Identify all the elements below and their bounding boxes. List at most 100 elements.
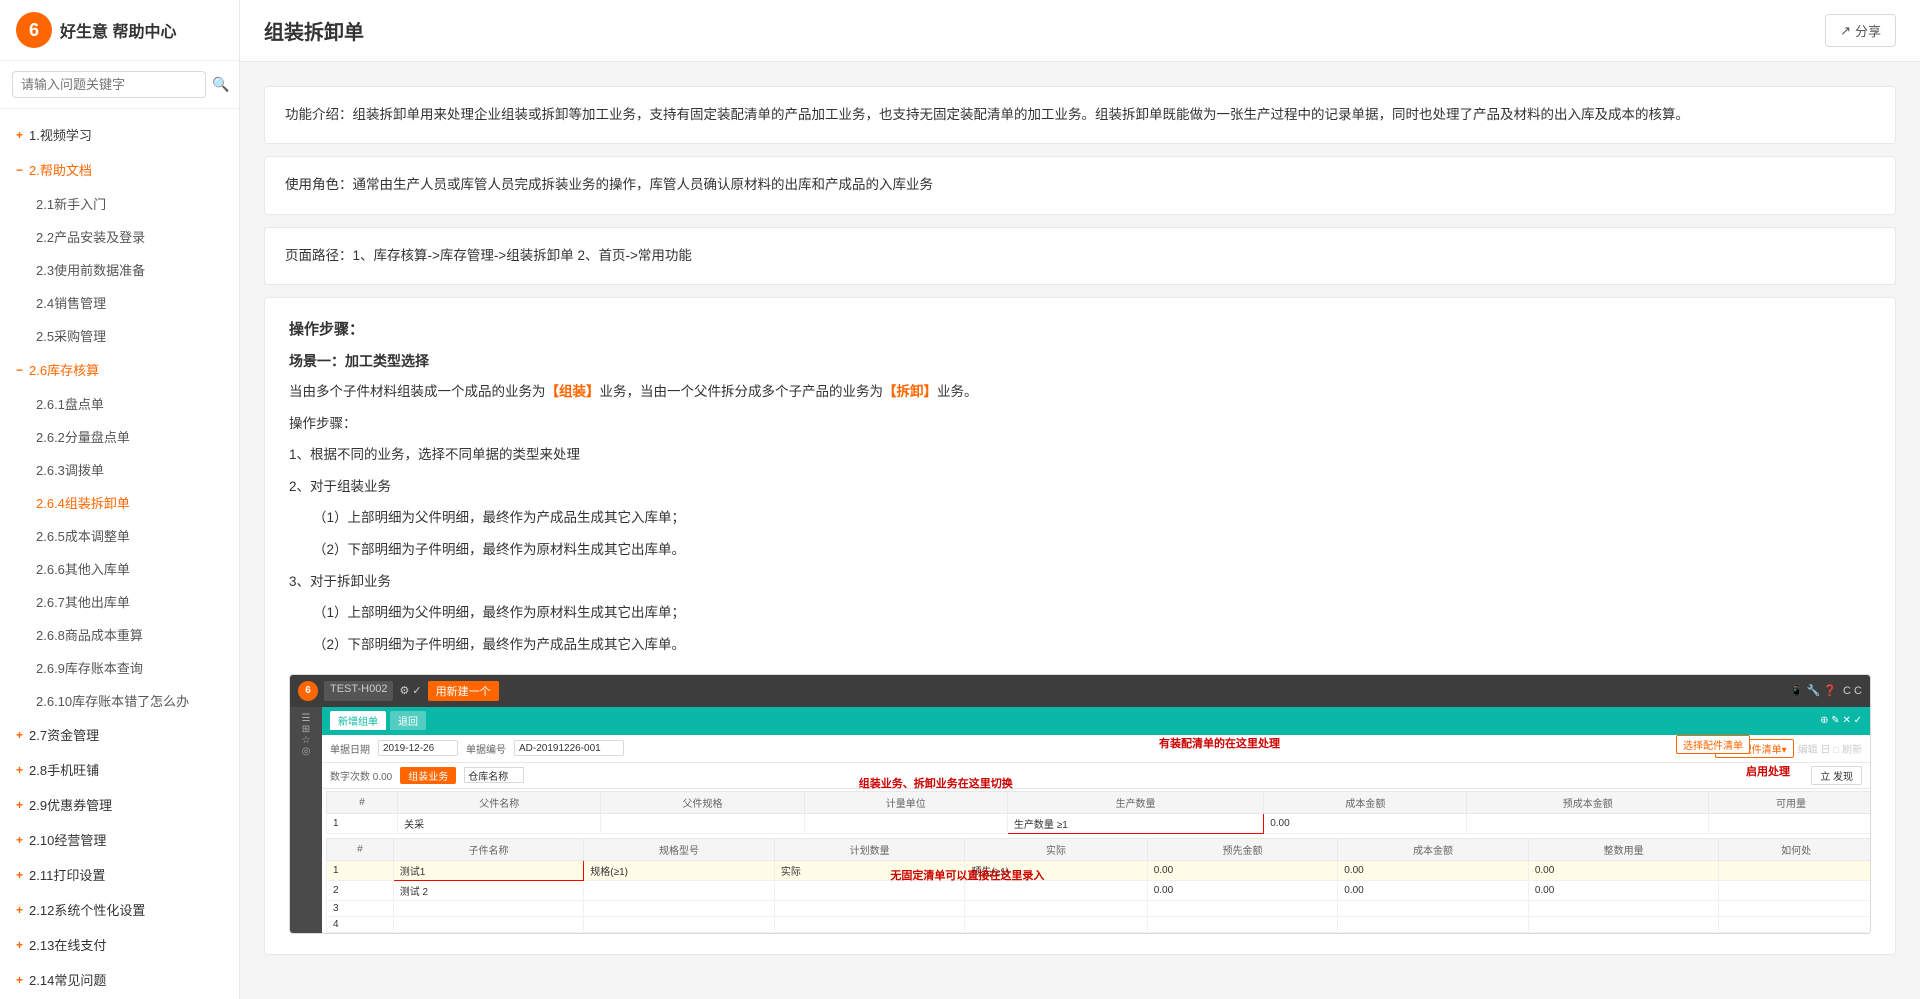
mock-date-label: 单据日期 <box>330 741 370 756</box>
sidebar-item-label: 2.11打印设置 <box>29 865 105 884</box>
mock-action-icons: 编辑 日 □ 刷新 <box>1798 741 1862 756</box>
table-row: 1 关采 生产数量 ≥1 0.00 <box>327 813 1871 833</box>
mock-bth-num: # <box>327 838 394 860</box>
share-icon: ↗ <box>1840 23 1851 39</box>
annotation-4: 无固定清单可以直接在这里录入 <box>890 867 1044 883</box>
mock-bth-name: 子件名称 <box>393 838 584 860</box>
mock-btd-cost: 0.00 <box>1338 860 1529 880</box>
mock-btd-spec <box>584 880 775 900</box>
sidebar-item-other-in[interactable]: 2.6.6其他入库单 <box>0 552 239 585</box>
table-row: 1 测试1 规格(≥1) 实际 预先(≥1) 0.00 0.00 0.00 <box>327 860 1871 880</box>
mock-settings-icons: ⚙ ✓ <box>399 684 421 697</box>
sidebar-item-label: 2.6.9库存账本查询 <box>36 658 143 677</box>
mock-th-parent: 父件名称 <box>398 791 601 813</box>
sidebar-item-payment[interactable]: + 2.13在线支付 <box>0 927 239 962</box>
table-row: 5 <box>327 932 1871 933</box>
sidebar-item-manage[interactable]: + 2.10经营管理 <box>0 822 239 857</box>
sidebar-item-error[interactable]: 2.6.10库存账本错了怎么办 <box>0 684 239 717</box>
sidebar-item-install[interactable]: 2.2产品安装及登录 <box>0 220 239 253</box>
role-section: 使用角色：通常由生产人员或库管人员完成拆装业务的操作，库管人员确认原材料的出库和… <box>264 156 1896 214</box>
sidebar-item-video[interactable]: + 1.视频学习 <box>0 117 239 152</box>
minus-icon: − <box>16 363 23 377</box>
mock-topbar-right: 📱 🔧 ❓ C C <box>1790 684 1862 697</box>
sidebar-logo: 6 好生意 帮助中心 <box>0 0 239 61</box>
sidebar-item-cost-calc[interactable]: 2.6.8商品成本重算 <box>0 618 239 651</box>
mock-td-num: 1 <box>327 813 398 833</box>
mock-main-area: 新增组单 退回 ⊕ ✎ ✕ ✓ 单据日期 2019-12-26 单据编号 AD-… <box>322 707 1870 933</box>
mock-td-qty: 生产数量 ≥1 <box>1007 813 1263 833</box>
mock-toolbar-icons: ⊕ ✎ ✕ ✓ <box>1820 715 1862 726</box>
sidebar-item-check[interactable]: 2.6.1盘点单 <box>0 387 239 420</box>
mock-btd-num: 2 <box>327 880 394 900</box>
screenshot-container: 6 TEST-H002 ⚙ ✓ 用新建一个 📱 🔧 ❓ C C ☰⊞☆◎ <box>289 674 1871 934</box>
share-button[interactable]: ↗ 分享 <box>1825 14 1896 47</box>
search-button[interactable]: 🔍 <box>212 76 229 93</box>
sidebar-item-assembly[interactable]: 2.6.4组装拆卸单 <box>0 486 239 519</box>
intro-section: 功能介绍：组装拆卸单用来处理企业组装或拆卸等加工业务，支持有固定装配清单的产品加… <box>264 86 1896 144</box>
sidebar-item-coupon[interactable]: + 2.9优惠券管理 <box>0 787 239 822</box>
highlight-disassembly: 【拆卸】 <box>883 384 937 399</box>
sidebar-item-label: 1.视频学习 <box>29 125 92 144</box>
plus-icon: + <box>16 833 23 847</box>
plus-icon: + <box>16 903 23 917</box>
sidebar-item-inventory[interactable]: − 2.6库存核算 <box>0 352 239 387</box>
sidebar-item-label: 2.6.8商品成本重算 <box>36 625 143 644</box>
sidebar-item-ledger[interactable]: 2.6.9库存账本查询 <box>0 651 239 684</box>
mock-orange-badge: 组装业务 <box>400 767 456 784</box>
mock-form-row2: 数字次数 0.00 组装业务 仓库名称 立 发现 <box>322 763 1870 789</box>
step2-1: （1）上部明细为父件明细，最终作为产成品生成其它入库单； <box>313 505 1871 531</box>
mock-bth-plan: 计划数量 <box>774 838 965 860</box>
mock-td-unit <box>804 813 1007 833</box>
sidebar-item-new[interactable]: 2.1新手入门 <box>0 187 239 220</box>
mock-btd-spec: 规格(≥1) <box>584 860 775 880</box>
main-header: 组装拆卸单 ↗ 分享 <box>240 0 1920 62</box>
sidebar-item-mobile[interactable]: + 2.8手机旺铺 <box>0 752 239 787</box>
sidebar-item-check2[interactable]: 2.6.2分量盘点单 <box>0 420 239 453</box>
plus-icon: + <box>16 973 23 987</box>
table-row: 3 <box>327 900 1871 916</box>
mock-bth-spec: 规格型号 <box>584 838 775 860</box>
sidebar-item-label: 2.1新手入门 <box>36 194 106 213</box>
sidebar-item-custom[interactable]: + 2.12系统个性化设置 <box>0 892 239 927</box>
mock-form-area: 单据日期 2019-12-26 单据编号 AD-20191226-001 选择配… <box>322 735 1870 763</box>
sidebar-item-prepare[interactable]: 2.3使用前数据准备 <box>0 253 239 286</box>
mock-th-cost: 成本金额 <box>1264 791 1467 813</box>
sidebar-item-label: 2.4销售管理 <box>36 293 106 312</box>
main-body: 功能介绍：组装拆卸单用来处理企业组装或拆卸等加工业务，支持有固定装配清单的产品加… <box>240 62 1920 999</box>
sidebar-item-label: 2.6.1盘点单 <box>36 394 104 413</box>
mock-td-spec <box>601 813 804 833</box>
mock-btd-name: 测试1 <box>393 860 584 880</box>
mock-btd-num: 1 <box>327 860 394 880</box>
mock-topbar: 6 TEST-H002 ⚙ ✓ 用新建一个 📱 🔧 ❓ C C <box>290 675 1870 707</box>
sidebar-item-label: 2.6.4组装拆卸单 <box>36 493 130 512</box>
mock-th-num: # <box>327 791 398 813</box>
sidebar-search[interactable]: 🔍 <box>0 61 239 109</box>
sidebar-item-sales[interactable]: 2.4销售管理 <box>0 286 239 319</box>
mock-btd-int: 0.00 <box>1528 880 1719 900</box>
mock-content-area: ☰⊞☆◎ 新增组单 退回 ⊕ ✎ ✕ ✓ <box>290 707 1870 933</box>
sidebar-item-cost[interactable]: 2.6.5成本调整单 <box>0 519 239 552</box>
step1: 1、根据不同的业务，选择不同单据的类型来处理 <box>289 442 1871 468</box>
sidebar-item-label: 2.9优惠券管理 <box>29 795 112 814</box>
sidebar-item-other-out[interactable]: 2.6.7其他出库单 <box>0 585 239 618</box>
mock-toolbar: 新增组单 退回 ⊕ ✎ ✕ ✓ <box>322 707 1870 735</box>
sidebar-item-adjust[interactable]: 2.6.3调拨单 <box>0 453 239 486</box>
steps-title: 操作步骤： <box>289 411 1871 437</box>
sidebar-item-faq[interactable]: + 2.14常见问题 <box>0 962 239 997</box>
mock-tab-new: 新增组单 <box>330 711 386 730</box>
sidebar-item-finance[interactable]: + 2.7资金管理 <box>0 717 239 752</box>
mock-id-field: TEST-H002 <box>324 681 393 701</box>
search-input[interactable] <box>12 71 206 98</box>
table-row: 4 <box>327 916 1871 932</box>
plus-icon: + <box>16 763 23 777</box>
mock-user: C C <box>1843 685 1862 697</box>
sidebar-item-label: 2.5采购管理 <box>36 326 106 345</box>
sidebar-item-print[interactable]: + 2.11打印设置 <box>0 857 239 892</box>
mock-th-avail: 可用量 <box>1709 791 1870 813</box>
intro-text: 功能介绍：组装拆卸单用来处理企业组装或拆卸等加工业务，支持有固定装配清单的产品加… <box>285 103 1875 127</box>
mock-date-input: 2019-12-26 <box>378 740 458 756</box>
mock-sidebar-icons: ☰⊞☆◎ <box>290 707 322 763</box>
sidebar-item-purchase[interactable]: 2.5采购管理 <box>0 319 239 352</box>
sidebar-item-label: 2.7资金管理 <box>29 725 99 744</box>
sidebar-item-docs[interactable]: − 2.帮助文档 <box>0 152 239 187</box>
